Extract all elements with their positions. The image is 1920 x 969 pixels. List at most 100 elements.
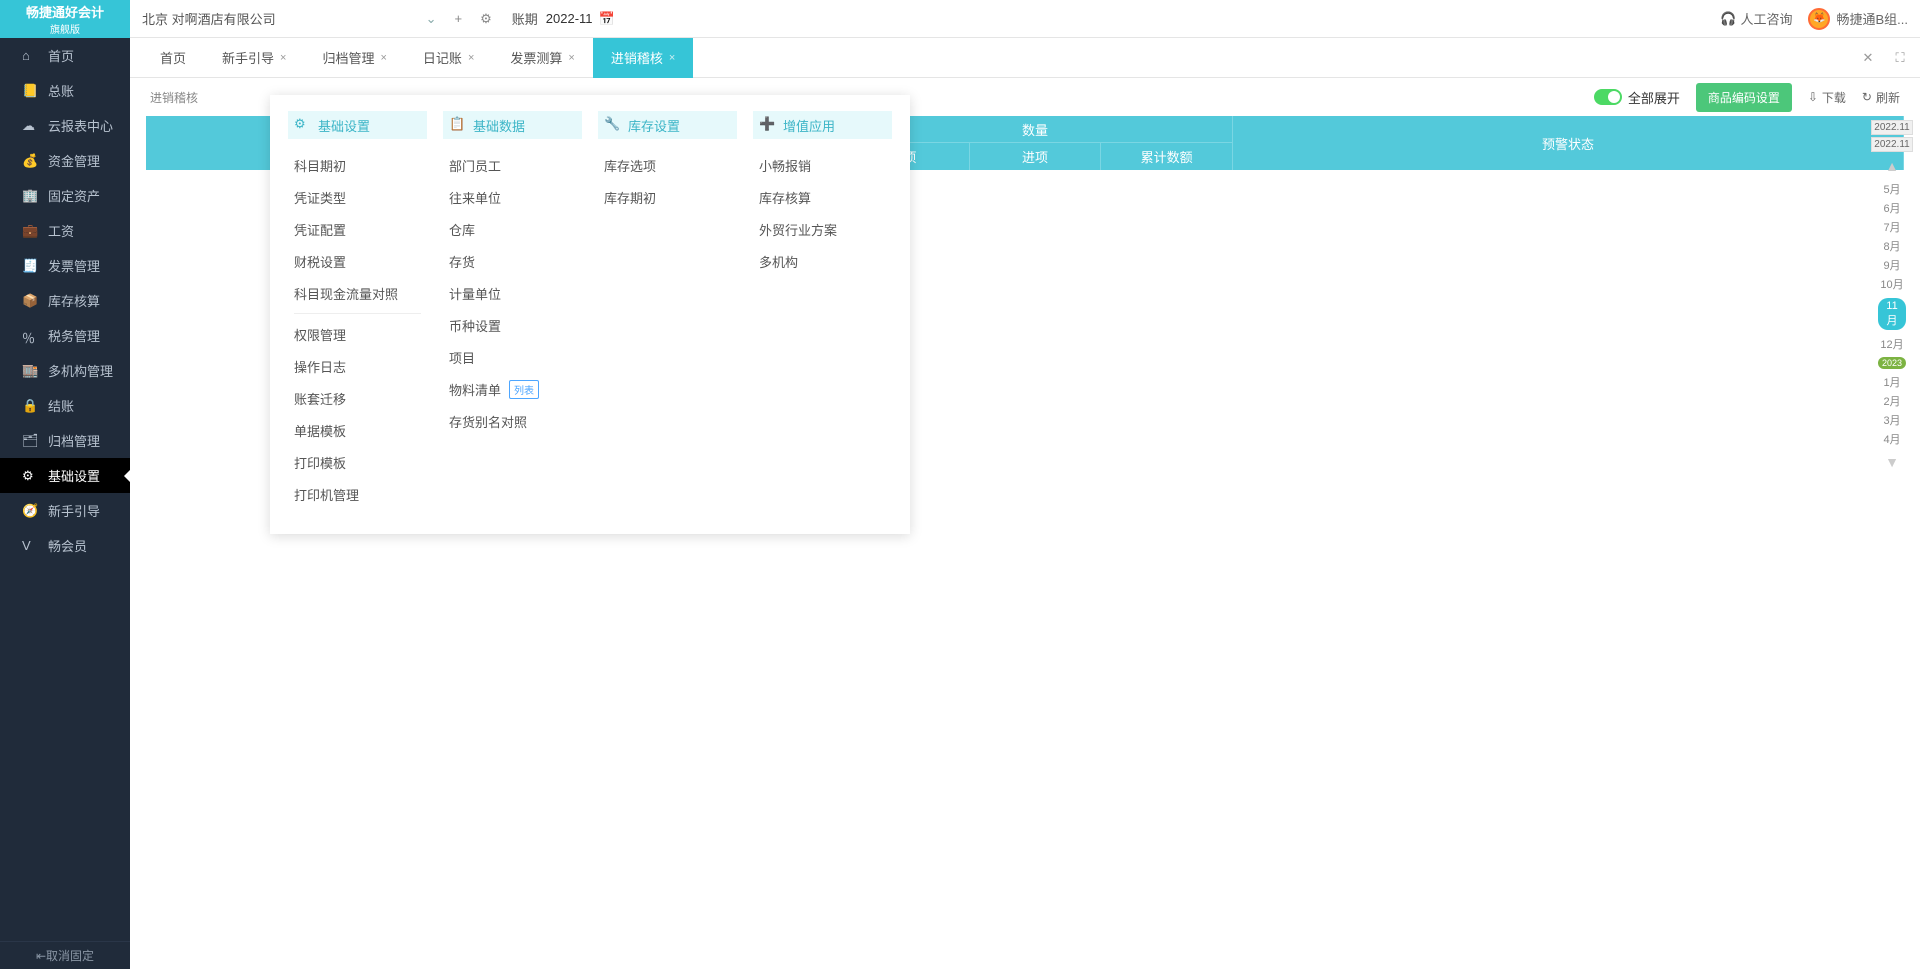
tab-5[interactable]: 进销稽核×	[593, 38, 693, 78]
flyout-item-label: 权限管理	[294, 325, 346, 344]
flyout-item-label: 币种设置	[449, 316, 501, 335]
flyout-item[interactable]: 项目	[443, 341, 582, 373]
tab-3[interactable]: 日记账×	[405, 38, 492, 78]
sidebar-item-8[interactable]: ％税务管理	[0, 318, 130, 353]
period-month[interactable]: 10月	[1878, 276, 1906, 292]
sidebar-item-11[interactable]: 🗂归档管理	[0, 423, 130, 458]
close-all-tabs[interactable]: ✕	[1858, 48, 1878, 68]
period-value[interactable]: 2022-11	[546, 11, 593, 26]
expand-all-toggle[interactable]: 全部展开	[1594, 88, 1680, 107]
flyout-item-label: 部门员工	[449, 156, 501, 175]
tab-label: 新手引导	[222, 48, 274, 67]
flyout-item[interactable]: 小畅报销	[753, 149, 892, 181]
tab-1[interactable]: 新手引导 ×	[204, 38, 304, 78]
period-month[interactable]: 3月	[1878, 412, 1906, 428]
tab-0[interactable]: 首页	[142, 38, 204, 78]
sidebar-item-7[interactable]: 📦库存核算	[0, 283, 130, 318]
period-down-icon[interactable]: ▼	[1885, 454, 1899, 470]
fullscreen-icon[interactable]: ⛶	[1890, 48, 1910, 68]
flyout-item[interactable]: 打印机管理	[288, 478, 427, 510]
flyout-item[interactable]: 单据模板	[288, 414, 427, 446]
tab-2[interactable]: 归档管理 ×	[304, 38, 404, 78]
download-button[interactable]: ⇩ 下载	[1808, 89, 1846, 106]
flyout-item[interactable]: 计量单位	[443, 277, 582, 309]
tab-label: 归档管理	[322, 48, 374, 67]
flyout-item[interactable]: 仓库	[443, 213, 582, 245]
refresh-button[interactable]: ↻ 刷新	[1862, 89, 1900, 106]
flyout-item[interactable]: 权限管理	[288, 318, 427, 350]
user-menu[interactable]: 🦊 畅捷通B组...	[1808, 8, 1908, 30]
sidebar-item-6[interactable]: 🧾发票管理	[0, 248, 130, 283]
close-icon[interactable]: ×	[280, 52, 286, 64]
sidebar-item-label: 基础设置	[48, 466, 100, 485]
flyout-item[interactable]: 凭证类型	[288, 181, 427, 213]
period-month[interactable]: 9月	[1878, 257, 1906, 273]
code-setting-button[interactable]: 商品编码设置	[1696, 83, 1792, 112]
period-month-active[interactable]: 11月	[1878, 298, 1906, 330]
add-icon[interactable]: +	[455, 11, 463, 26]
period-month[interactable]: 6月	[1878, 200, 1906, 216]
period-month[interactable]: 1月	[1878, 374, 1906, 390]
period-up-icon[interactable]: ▲	[1885, 158, 1899, 174]
gear-icon[interactable]: ⚙	[480, 11, 492, 27]
period-month[interactable]: 4月	[1878, 431, 1906, 447]
tab-4[interactable]: 发票测算×	[492, 38, 592, 78]
period-year-top[interactable]: 2022.11	[1871, 120, 1913, 135]
period-month[interactable]: 12月	[1878, 336, 1906, 352]
sidebar-item-label: 税务管理	[48, 326, 100, 345]
calendar-icon[interactable]: 📅	[599, 11, 615, 27]
company-selector[interactable]: 北京 对啊酒店有限公司 ⌄	[142, 9, 437, 28]
close-icon[interactable]: ×	[669, 52, 675, 64]
company-name: 北京 对啊酒店有限公司	[142, 9, 276, 28]
sidebar-item-10[interactable]: 🔒结账	[0, 388, 130, 423]
period-month[interactable]: 5月	[1878, 181, 1906, 197]
settings-flyout: ⚙基础设置科目期初凭证类型凭证配置财税设置科目现金流量对照权限管理操作日志账套迁…	[270, 95, 910, 534]
sidebar-item-5[interactable]: 💼工资	[0, 213, 130, 248]
flyout-item[interactable]: 库存选项	[598, 149, 737, 181]
close-icon[interactable]: ×	[568, 52, 574, 64]
flyout-item[interactable]: 凭证配置	[288, 213, 427, 245]
flyout-item[interactable]: 操作日志	[288, 350, 427, 382]
sidebar-item-12[interactable]: ⚙基础设置	[0, 458, 130, 493]
flyout-item-label: 计量单位	[449, 284, 501, 303]
sidebar-item-3[interactable]: 💰资金管理	[0, 143, 130, 178]
sidebar-item-0[interactable]: ⌂首页	[0, 38, 130, 73]
flyout-item[interactable]: 打印模板	[288, 446, 427, 478]
period-month[interactable]: 7月	[1878, 219, 1906, 235]
sidebar-item-1[interactable]: 📒总账	[0, 73, 130, 108]
flyout-item[interactable]: 科目期初	[288, 149, 427, 181]
close-icon[interactable]: ×	[468, 52, 474, 64]
sidebar-item-13[interactable]: 🧭新手引导	[0, 493, 130, 528]
flyout-item[interactable]: 往来单位	[443, 181, 582, 213]
sidebar-item-14[interactable]: V畅会员	[0, 528, 130, 563]
flyout-item-label: 科目现金流量对照	[294, 284, 398, 303]
flyout-item[interactable]: 币种设置	[443, 309, 582, 341]
period-year-top2[interactable]: 2022.11	[1871, 137, 1913, 152]
sidebar-item-4[interactable]: 🏢固定资产	[0, 178, 130, 213]
flyout-item[interactable]: 外贸行业方案	[753, 213, 892, 245]
avatar: 🦊	[1808, 8, 1830, 30]
flyout-item[interactable]: 财税设置	[288, 245, 427, 277]
flyout-item[interactable]: 存货	[443, 245, 582, 277]
flyout-item[interactable]: 物料清单列表	[443, 373, 582, 405]
logo-sub: 旗舰版	[50, 21, 80, 36]
period-month[interactable]: 8月	[1878, 238, 1906, 254]
sidebar-item-9[interactable]: 🏬多机构管理	[0, 353, 130, 388]
period-month[interactable]: 2月	[1878, 393, 1906, 409]
flyout-item[interactable]: 账套迁移	[288, 382, 427, 414]
close-icon[interactable]: ×	[380, 52, 386, 64]
period-year-badge: 2023	[1878, 357, 1906, 369]
sidebar-footer-toggle[interactable]: ⇤ 取消固定	[0, 941, 130, 969]
flyout-item[interactable]: 库存核算	[753, 181, 892, 213]
download-icon: ⇩	[1808, 90, 1818, 104]
headset-icon: 🎧	[1720, 11, 1736, 27]
flyout-item[interactable]: 部门员工	[443, 149, 582, 181]
help-link[interactable]: 🎧 人工咨询	[1720, 9, 1792, 28]
sidebar-item-2[interactable]: ☁云报表中心	[0, 108, 130, 143]
logo-main: 畅捷通好会计	[26, 2, 104, 21]
flyout-item[interactable]: 科目现金流量对照	[288, 277, 427, 309]
flyout-item[interactable]: 存货别名对照	[443, 405, 582, 437]
flyout-item-label: 项目	[449, 348, 475, 367]
flyout-item[interactable]: 库存期初	[598, 181, 737, 213]
flyout-item[interactable]: 多机构	[753, 245, 892, 277]
